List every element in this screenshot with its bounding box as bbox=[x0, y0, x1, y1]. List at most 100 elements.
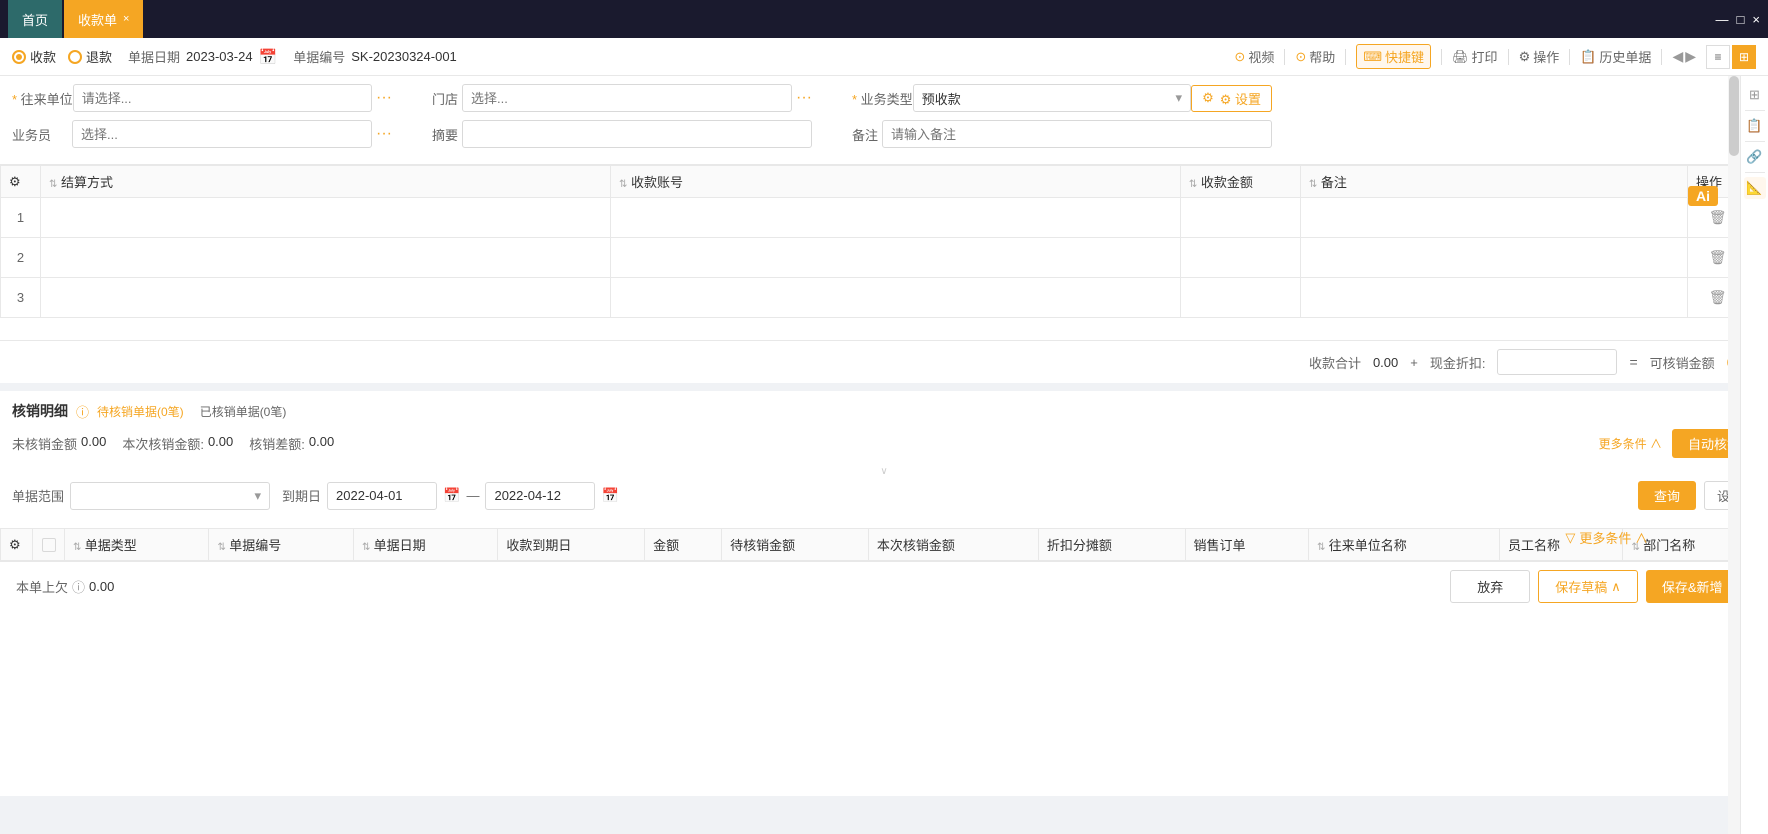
unverified-label: 未核销金额 bbox=[12, 434, 77, 453]
grid-view-icon[interactable]: ⊞ bbox=[1732, 45, 1756, 69]
right-panel-divider2 bbox=[1745, 141, 1765, 142]
row-2-payment[interactable] bbox=[41, 238, 611, 278]
right-panel-table-icon[interactable]: ⊞ bbox=[1744, 84, 1766, 106]
help-label: 帮助 bbox=[1309, 47, 1335, 66]
counterpart-more-icon[interactable]: ··· bbox=[376, 89, 392, 107]
nav-prev-icon[interactable]: ◀ bbox=[1672, 48, 1683, 65]
print-icon: 🖨 bbox=[1452, 49, 1469, 65]
business-type-select[interactable]: 预收款 ▾ bbox=[913, 84, 1191, 112]
nav-next-icon[interactable]: ▶ bbox=[1685, 48, 1696, 65]
header-checkbox[interactable] bbox=[42, 538, 56, 552]
discount-input[interactable] bbox=[1497, 349, 1617, 375]
right-panel-link-icon[interactable]: 🔗 bbox=[1744, 146, 1766, 168]
range-label: 单据范围 bbox=[12, 486, 64, 505]
help-btn[interactable]: ⊙ 帮助 bbox=[1295, 47, 1335, 66]
due-date-from-icon[interactable]: 📅 bbox=[443, 487, 460, 504]
available-label: 可核销金额 bbox=[1650, 353, 1715, 372]
right-panel-doc-icon[interactable]: 📋 bbox=[1744, 115, 1766, 137]
current-value: 0.00 bbox=[208, 434, 233, 453]
ai-badge[interactable]: Ai bbox=[1688, 186, 1718, 206]
counterpart-field: 往来单位 ··· bbox=[12, 84, 392, 112]
save-draft-button[interactable]: 保存草稿 ∧ bbox=[1538, 570, 1638, 603]
section-divider bbox=[0, 383, 1768, 391]
bth-amount: 金额 bbox=[645, 529, 722, 561]
more-conditions-positioned[interactable]: ▽ 更多条件 ∧ bbox=[1565, 528, 1648, 547]
verification-info-icon[interactable]: ⓘ bbox=[76, 402, 89, 421]
form-row-1: 往来单位 ··· 门店 ··· 业务类型 预收款 ▾ ⚙ bbox=[12, 84, 1756, 112]
right-panel-divider1 bbox=[1745, 110, 1765, 111]
settings-button[interactable]: ⚙ ⚙ 设置 bbox=[1191, 85, 1272, 112]
done-tab[interactable]: 已核销单据(0笔) bbox=[200, 403, 287, 420]
tab-home[interactable]: 首页 bbox=[8, 0, 62, 38]
header-checkbox-cell bbox=[41, 538, 56, 552]
history-btn[interactable]: 📋 历史单据 bbox=[1580, 47, 1651, 66]
list-view-icon[interactable]: ≡ bbox=[1706, 45, 1730, 69]
row-num-3: 3 bbox=[1, 278, 41, 318]
business-type-field: 业务类型 预收款 ▾ ⚙ ⚙ 设置 bbox=[852, 84, 1272, 112]
view-toggle: ≡ ⊞ bbox=[1706, 45, 1756, 69]
row-3-note[interactable] bbox=[1300, 278, 1687, 318]
table-settings-icon[interactable]: ⚙ bbox=[9, 174, 21, 189]
right-panel-expand-icon[interactable]: 📐 bbox=[1744, 177, 1766, 199]
shop-more-icon[interactable]: ··· bbox=[796, 89, 812, 107]
row-1-account[interactable] bbox=[610, 198, 1180, 238]
row-2-note[interactable] bbox=[1300, 238, 1687, 278]
due-date-to[interactable] bbox=[485, 482, 595, 510]
form-area: 往来单位 ··· 门店 ··· 业务类型 预收款 ▾ ⚙ bbox=[0, 76, 1768, 165]
window-max-icon[interactable]: □ bbox=[1737, 12, 1745, 27]
range-dropdown-icon: ▾ bbox=[254, 488, 261, 504]
more-conditions-btn[interactable]: 更多条件 ∧ bbox=[1599, 435, 1662, 452]
row-2-amount[interactable] bbox=[1180, 238, 1300, 278]
note-input[interactable] bbox=[882, 120, 1272, 148]
range-select[interactable]: ▾ bbox=[70, 482, 270, 510]
row-1-amount[interactable] bbox=[1180, 198, 1300, 238]
scrollbar[interactable] bbox=[1728, 76, 1740, 834]
print-btn[interactable]: 🖨 打印 bbox=[1452, 47, 1498, 66]
shop-input[interactable] bbox=[462, 84, 792, 112]
bth-pending-label: 待核销金额 bbox=[730, 538, 795, 553]
th-settings[interactable]: ⚙ bbox=[1, 166, 41, 198]
row-3-account[interactable] bbox=[610, 278, 1180, 318]
row-2-account[interactable] bbox=[610, 238, 1180, 278]
staff-input[interactable] bbox=[72, 120, 372, 148]
business-type-label: 业务类型 bbox=[852, 89, 913, 108]
summary-field: 摘要 bbox=[432, 120, 812, 148]
tab-close-icon[interactable]: × bbox=[123, 13, 129, 25]
footer-stat-info-icon[interactable]: ⓘ bbox=[72, 577, 85, 596]
table-row: 2 🗑 ⧉ bbox=[1, 238, 1768, 278]
row-1-delete-icon[interactable]: 🗑 bbox=[1709, 209, 1727, 225]
pending-tab[interactable]: 待核销单据(0笔) bbox=[97, 403, 184, 420]
summary-input[interactable] bbox=[462, 120, 812, 148]
radio-refund[interactable]: 退款 bbox=[68, 47, 112, 66]
filter-icon: ▽ bbox=[1565, 530, 1575, 546]
operation-btn[interactable]: ⚙ 操作 bbox=[1519, 47, 1560, 66]
bottom-table-settings-icon[interactable]: ⚙ bbox=[9, 537, 21, 552]
row-2-delete-icon[interactable]: 🗑 bbox=[1709, 249, 1727, 265]
bth-settings[interactable]: ⚙ bbox=[1, 529, 33, 561]
counterpart-input[interactable] bbox=[73, 84, 372, 112]
abandon-button[interactable]: 放弃 bbox=[1450, 570, 1530, 603]
bth-checkbox bbox=[33, 529, 65, 561]
row-3-payment[interactable] bbox=[41, 278, 611, 318]
radio-receive[interactable]: 收款 bbox=[12, 47, 56, 66]
staff-more-icon[interactable]: ··· bbox=[376, 125, 392, 143]
row-3-delete-icon[interactable]: 🗑 bbox=[1709, 289, 1727, 305]
tab-receipt-label: 收款单 bbox=[78, 10, 117, 29]
window-min-icon[interactable]: — bbox=[1716, 12, 1729, 27]
verification-section: 核销明细 ⓘ 待核销单据(0笔) 已核销单据(0笔) 未核销金额 0.00 本次… bbox=[0, 391, 1768, 528]
shortcut-btn[interactable]: ⌨ 快捷键 bbox=[1356, 44, 1431, 69]
window-close-icon[interactable]: × bbox=[1752, 12, 1760, 27]
video-btn[interactable]: ⊙ 视频 bbox=[1234, 47, 1274, 66]
row-3-amount[interactable] bbox=[1180, 278, 1300, 318]
due-date-from[interactable] bbox=[327, 482, 437, 510]
scrollbar-thumb[interactable] bbox=[1729, 76, 1739, 156]
row-1-note[interactable] bbox=[1300, 198, 1687, 238]
table-row: 3 🗑 ⧉ bbox=[1, 278, 1768, 318]
due-date-to-icon[interactable]: 📅 bbox=[601, 487, 618, 504]
calendar-icon[interactable]: 📅 bbox=[259, 48, 278, 66]
tab-receipt[interactable]: 收款单 × bbox=[64, 0, 143, 38]
radio-receive-label: 收款 bbox=[30, 47, 56, 66]
window-controls: — □ × bbox=[1716, 12, 1760, 27]
row-1-payment[interactable] bbox=[41, 198, 611, 238]
query-button[interactable]: 查询 bbox=[1638, 481, 1696, 510]
